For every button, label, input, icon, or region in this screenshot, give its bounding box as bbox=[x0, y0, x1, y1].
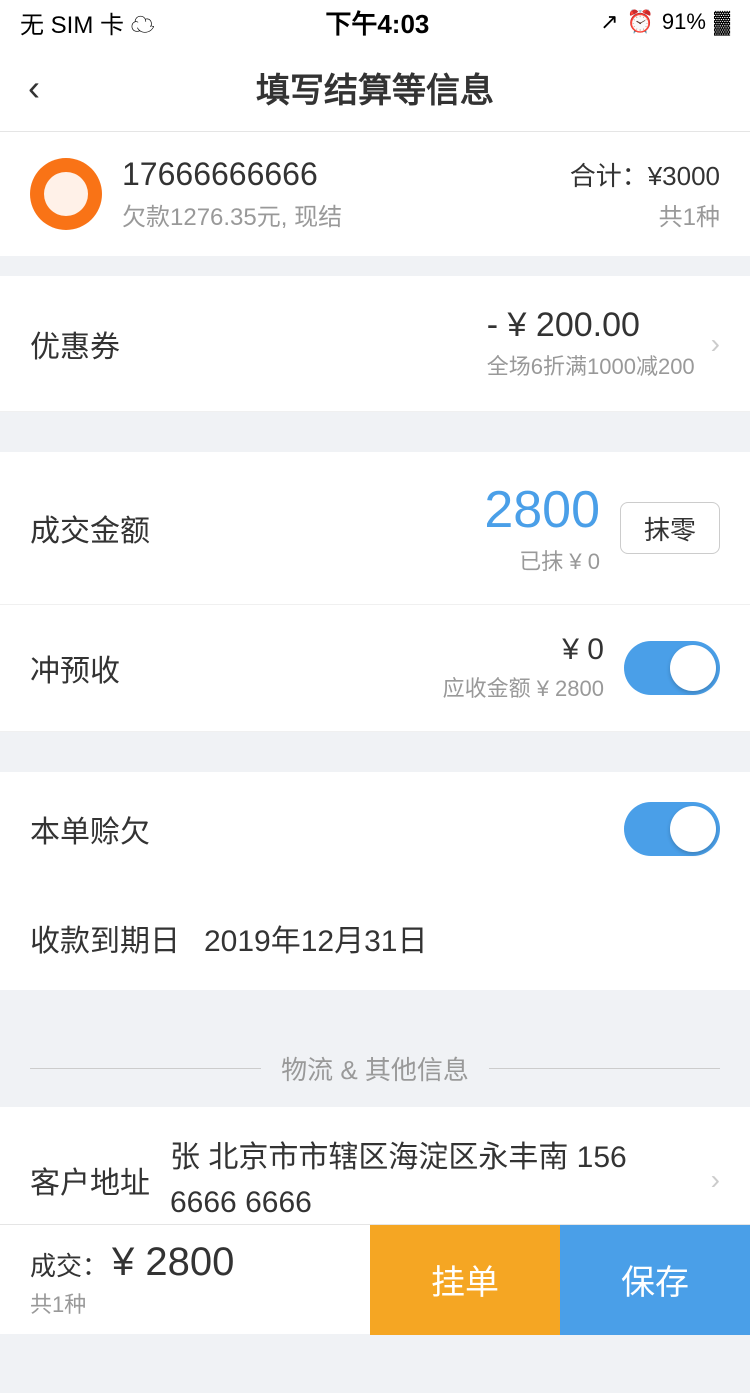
coupon-amount: - ¥ 200.00 bbox=[487, 306, 695, 345]
pre-receive-label: 冲预收 bbox=[30, 646, 120, 690]
nav-bar: ‹ 填写结算等信息 bbox=[0, 44, 750, 132]
payment-due-label: 收款到期日 bbox=[30, 916, 180, 960]
battery-label: 91% bbox=[662, 9, 706, 35]
alarm-icon: ⏰ bbox=[627, 9, 654, 35]
debt-section: 本单赊欠 收款到期日 2019年12月31日 bbox=[0, 772, 750, 990]
payment-due-value: 2019年12月31日 bbox=[204, 916, 427, 960]
pre-receive-right: ¥ 0 应收金额 ¥ 2800 bbox=[443, 633, 720, 703]
address-value: 张 北京市市辖区海淀区永丰南 156 6666 6666 bbox=[150, 1135, 711, 1225]
divider-2 bbox=[0, 752, 750, 772]
customer-section: 17666666666 欠款1276.35元, 现结 合计：¥3000 共1种 bbox=[0, 132, 750, 256]
status-left: 无 SIM 卡 ☁ bbox=[20, 5, 155, 40]
transaction-row: 成交金额 2800 已抹 ¥ 0 抹零 bbox=[0, 452, 750, 605]
customer-phone: 17666666666 bbox=[122, 156, 342, 193]
avatar-icon bbox=[44, 172, 88, 216]
coupon-section: 优惠券 - ¥ 200.00 全场6折满1000减200 › bbox=[0, 276, 750, 412]
toggle-knob bbox=[670, 645, 716, 691]
transaction-right: 2800 已抹 ¥ 0 抹零 bbox=[484, 480, 720, 576]
bottom-summary: 成交： ¥ 2800 共1种 bbox=[0, 1240, 370, 1319]
bottom-amount: ¥ 2800 bbox=[112, 1240, 234, 1285]
transaction-value: 2800 bbox=[484, 480, 600, 540]
address-label: 客户地址 bbox=[30, 1158, 150, 1202]
title-line-right bbox=[489, 1068, 720, 1069]
debt-row: 本单赊欠 bbox=[0, 772, 750, 886]
payment-due-row: 收款到期日 2019年12月31日 bbox=[0, 886, 750, 990]
coupon-right: - ¥ 200.00 全场6折满1000减200 › bbox=[487, 306, 720, 381]
avatar bbox=[30, 158, 102, 230]
debt-toggle[interactable] bbox=[624, 802, 720, 856]
logistics-title: 物流 & 其他信息 bbox=[281, 1050, 469, 1087]
page-title: 填写结算等信息 bbox=[256, 63, 494, 112]
total-label: 合计：¥3000 bbox=[570, 156, 720, 193]
status-time: 下午4:03 bbox=[325, 4, 429, 41]
customer-left: 17666666666 欠款1276.35元, 现结 bbox=[30, 156, 342, 232]
pre-receive-amount: ¥ 0 bbox=[443, 633, 604, 667]
round-button[interactable]: 抹零 bbox=[620, 502, 720, 554]
bottom-bar: 成交： ¥ 2800 共1种 挂单 保存 bbox=[0, 1224, 750, 1334]
bottom-count: 共1种 bbox=[30, 1287, 340, 1319]
back-button[interactable]: ‹ bbox=[28, 67, 40, 109]
coupon-detail: 全场6折满1000减200 bbox=[487, 349, 695, 381]
customer-info: 17666666666 欠款1276.35元, 现结 bbox=[122, 156, 342, 232]
bottom-deal-label: 成交： bbox=[30, 1246, 108, 1283]
customer-sub: 欠款1276.35元, 现结 bbox=[122, 197, 342, 232]
pre-receive-toggle[interactable] bbox=[624, 641, 720, 695]
pre-receive-values: ¥ 0 应收金额 ¥ 2800 bbox=[443, 633, 604, 703]
debt-toggle-knob bbox=[670, 806, 716, 852]
pre-receive-row: 冲预收 ¥ 0 应收金额 ¥ 2800 bbox=[0, 605, 750, 732]
sim-label: 无 SIM 卡 ☁ bbox=[20, 5, 155, 40]
pre-receive-sub: 应收金额 ¥ 2800 bbox=[443, 671, 604, 703]
chevron-right-icon: › bbox=[711, 328, 720, 360]
address-chevron-icon: › bbox=[711, 1164, 720, 1196]
status-right: ↗ ⏰ 91% ▓ bbox=[600, 9, 730, 35]
transaction-label: 成交金额 bbox=[30, 506, 150, 550]
debt-label: 本单赊欠 bbox=[30, 807, 150, 851]
coupon-label: 优惠券 bbox=[30, 322, 120, 366]
pending-button[interactable]: 挂单 bbox=[370, 1225, 560, 1335]
customer-right: 合计：¥3000 共1种 bbox=[570, 156, 720, 232]
battery-icon: ▓ bbox=[714, 9, 730, 35]
total-count: 共1种 bbox=[570, 197, 720, 232]
divider-1 bbox=[0, 432, 750, 452]
divider-3 bbox=[0, 1010, 750, 1030]
save-button[interactable]: 保存 bbox=[560, 1225, 750, 1335]
customer-row: 17666666666 欠款1276.35元, 现结 合计：¥3000 共1种 bbox=[0, 132, 750, 256]
logistics-title-row: 物流 & 其他信息 bbox=[0, 1030, 750, 1107]
location-icon: ↗ bbox=[600, 9, 618, 35]
transaction-section: 成交金额 2800 已抹 ¥ 0 抹零 冲预收 ¥ 0 应收金额 ¥ 2800 bbox=[0, 452, 750, 732]
status-bar: 无 SIM 卡 ☁ 下午4:03 ↗ ⏰ 91% ▓ bbox=[0, 0, 750, 44]
coupon-row[interactable]: 优惠券 - ¥ 200.00 全场6折满1000减200 › bbox=[0, 276, 750, 412]
title-line-left bbox=[30, 1068, 261, 1069]
transaction-sub: 已抹 ¥ 0 bbox=[484, 544, 600, 576]
